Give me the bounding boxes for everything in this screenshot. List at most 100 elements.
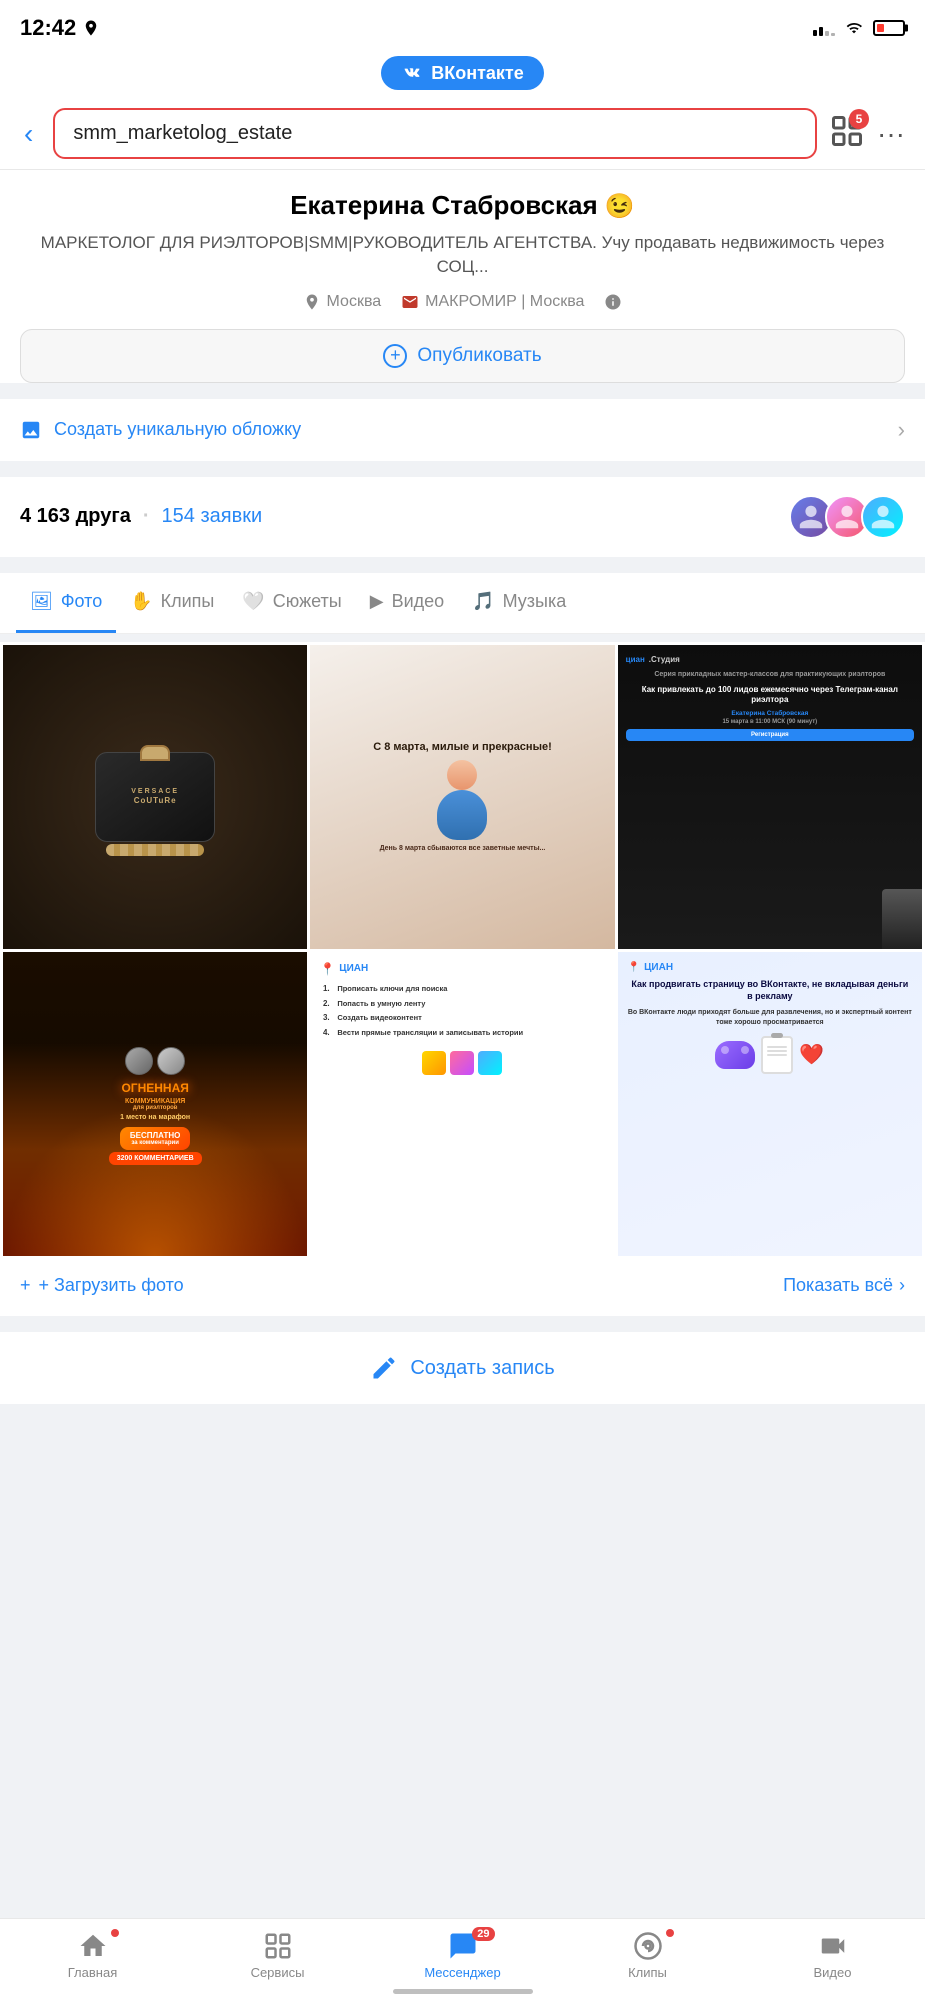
vk-top-bar: ВКонтакте <box>0 52 925 98</box>
plus-icon: + <box>383 344 407 368</box>
tab-video[interactable]: ▶ Видео <box>356 573 458 633</box>
photo4-free-badge: БЕСПЛАТНО за комментарии <box>120 1127 191 1150</box>
profile-city: Москва <box>303 293 382 311</box>
publish-label: Опубликовать <box>417 345 541 367</box>
photo-6[interactable]: 📍 ЦИАН Как продвигать страницу во ВКонта… <box>618 952 922 1256</box>
cian-list-item-1: 1. Прописать ключи для поиска <box>320 984 604 994</box>
cian-studio-label: .Студия <box>649 655 680 664</box>
back-button[interactable]: ‹ <box>16 114 41 154</box>
nav-home-label: Главная <box>68 1965 117 1980</box>
nav-item-messenger[interactable]: 29 Мессенджер <box>423 1931 503 1980</box>
photo4-condition: за комментарии <box>130 1140 181 1146</box>
cover-chevron-icon: › <box>898 417 905 443</box>
nav-item-home[interactable]: Главная <box>53 1931 133 1980</box>
grid-icon-wrapper[interactable]: 5 <box>829 113 865 154</box>
photo4-subtitle: КОММУНИКАЦИЯ <box>125 1098 185 1105</box>
cian-logo-3: циан <box>626 655 645 664</box>
cian-event-title: Как привлекать до 100 лидов ежемесячно ч… <box>626 685 914 706</box>
tab-photo[interactable]: 🖼 Фото <box>16 573 116 633</box>
create-post-button[interactable]: Создать запись <box>370 1354 554 1382</box>
stories-tab-icon: 🤍 <box>242 591 264 612</box>
cover-section[interactable]: Создать уникальную обложку › <box>0 399 925 461</box>
clipboard-shape <box>761 1036 793 1074</box>
info-icon <box>604 293 622 311</box>
upload-photo-label: + Загрузить фото <box>39 1275 184 1296</box>
photo-1[interactable]: VERSACE CoUTuRe <box>3 645 307 949</box>
search-box[interactable]: smm_marketolog_estate <box>53 108 817 159</box>
music-tab-icon: 🎵 <box>472 591 494 612</box>
tab-clips-label: Клипы <box>161 591 215 612</box>
heart-shape: ❤️ <box>799 1042 824 1067</box>
controller-shape <box>715 1041 755 1069</box>
promo-3d-shapes: ❤️ <box>628 1036 912 1074</box>
friend-requests[interactable]: 154 заявки <box>162 505 263 528</box>
tab-stories[interactable]: 🤍 Сюжеты <box>228 573 355 633</box>
create-post-section: Создать запись <box>0 1332 925 1404</box>
status-icons <box>813 20 905 36</box>
cian-pin-5: 📍 <box>320 962 335 976</box>
nav-item-clips[interactable]: Клипы <box>608 1931 688 1980</box>
tab-video-label: Видео <box>392 591 445 612</box>
home-icon <box>78 1931 108 1961</box>
cian-list-item-2: 2. Попасть в умную ленту <box>320 999 604 1009</box>
messenger-badge: 29 <box>472 1927 494 1941</box>
photo4-for-text: для риэлторов <box>133 1105 178 1111</box>
friends-count[interactable]: 4 163 друга <box>20 505 131 528</box>
tab-stories-label: Сюжеты <box>273 591 342 612</box>
cian-event-detail: Екатерина Стабровская <box>626 709 914 718</box>
location-pin-icon <box>303 293 321 311</box>
nav-item-video[interactable]: Видео <box>793 1931 873 1980</box>
photo-3[interactable]: циан .Студия Серия прикладных мастер-кла… <box>618 645 922 949</box>
photos-container: VERSACE CoUTuRe С 8 марта, милые и прекр… <box>0 642 925 1260</box>
mail-icon <box>401 293 419 311</box>
time-display: 12:42 <box>20 15 76 41</box>
cian-presenter: Екатерина Стабровская <box>731 710 808 717</box>
show-all-label: Показать всё <box>783 1275 893 1296</box>
tab-music-label: Музыка <box>503 591 567 612</box>
upload-plus-icon: + <box>20 1275 31 1296</box>
more-button[interactable]: ··· <box>873 114 909 154</box>
divider-4 <box>0 1324 925 1332</box>
edit-icon <box>370 1354 398 1382</box>
home-dot <box>111 1929 119 1937</box>
photo-actions: + + Загрузить фото Показать всё › <box>0 1259 925 1316</box>
nav-messenger-label: Мессенджер <box>424 1965 500 1980</box>
photo-4[interactable]: ОГНЕННАЯ КОММУНИКАЦИЯ для риэлторов 1 ме… <box>3 952 307 1256</box>
location-icon <box>82 19 100 37</box>
friend-avatar-3 <box>861 495 905 539</box>
publish-button[interactable]: + Опубликовать <box>20 329 905 383</box>
video-nav-icon <box>818 1931 848 1961</box>
clips-dot <box>666 1929 674 1937</box>
profile-company: МАКРОМИР | Москва <box>401 293 584 311</box>
tab-clips[interactable]: ✋ Клипы <box>116 573 228 633</box>
bottom-nav: Главная Сервисы 29 Мессенджер Клипы <box>0 1918 925 2000</box>
bag-shape: VERSACE CoUTuRe <box>95 752 215 842</box>
vk-badge-label: ВКонтакте <box>431 63 524 84</box>
divider-1 <box>0 391 925 399</box>
cian-list-item-4: 4. Вести прямые трансляции и записывать … <box>320 1028 604 1038</box>
photos-grid: VERSACE CoUTuRe С 8 марта, милые и прекр… <box>0 642 925 1317</box>
person-silhouette <box>882 889 922 949</box>
cian-logo-5: ЦИАН <box>339 963 368 974</box>
nav-bar: ‹ smm_marketolog_estate 5 ··· <box>0 98 925 170</box>
vk-badge: ВКонтакте <box>381 56 544 90</box>
photo4-comments-badge: 3200 КОММЕНТАРИЕВ <box>109 1152 202 1165</box>
register-button[interactable]: Регистрация <box>626 729 914 741</box>
chevron-right-icon: › <box>899 1275 905 1296</box>
nav-video-label: Видео <box>814 1965 852 1980</box>
tab-music[interactable]: 🎵 Музыка <box>458 573 580 633</box>
vk-logo-icon <box>401 62 423 84</box>
nav-item-services[interactable]: Сервисы <box>238 1931 318 1980</box>
upload-photo-button[interactable]: + + Загрузить фото <box>20 1275 184 1296</box>
photo4-faces <box>125 1047 185 1075</box>
photo-2[interactable]: С 8 марта, милые и прекрасные! День 8 ма… <box>310 645 614 949</box>
photo4-free-text: БЕСПЛАТНО <box>130 1131 181 1140</box>
status-time: 12:42 <box>20 15 100 41</box>
nav-services-label: Сервисы <box>251 1965 305 1980</box>
wifi-icon <box>843 20 865 36</box>
show-all-button[interactable]: Показать всё › <box>783 1275 905 1296</box>
services-icon <box>263 1931 293 1961</box>
photo4-comments-count: 3200 КОММЕНТАРИЕВ <box>117 1155 194 1162</box>
image-icon <box>20 419 42 441</box>
photo-5[interactable]: 📍 ЦИАН 1. Прописать ключи для поиска 2. … <box>310 952 614 1256</box>
